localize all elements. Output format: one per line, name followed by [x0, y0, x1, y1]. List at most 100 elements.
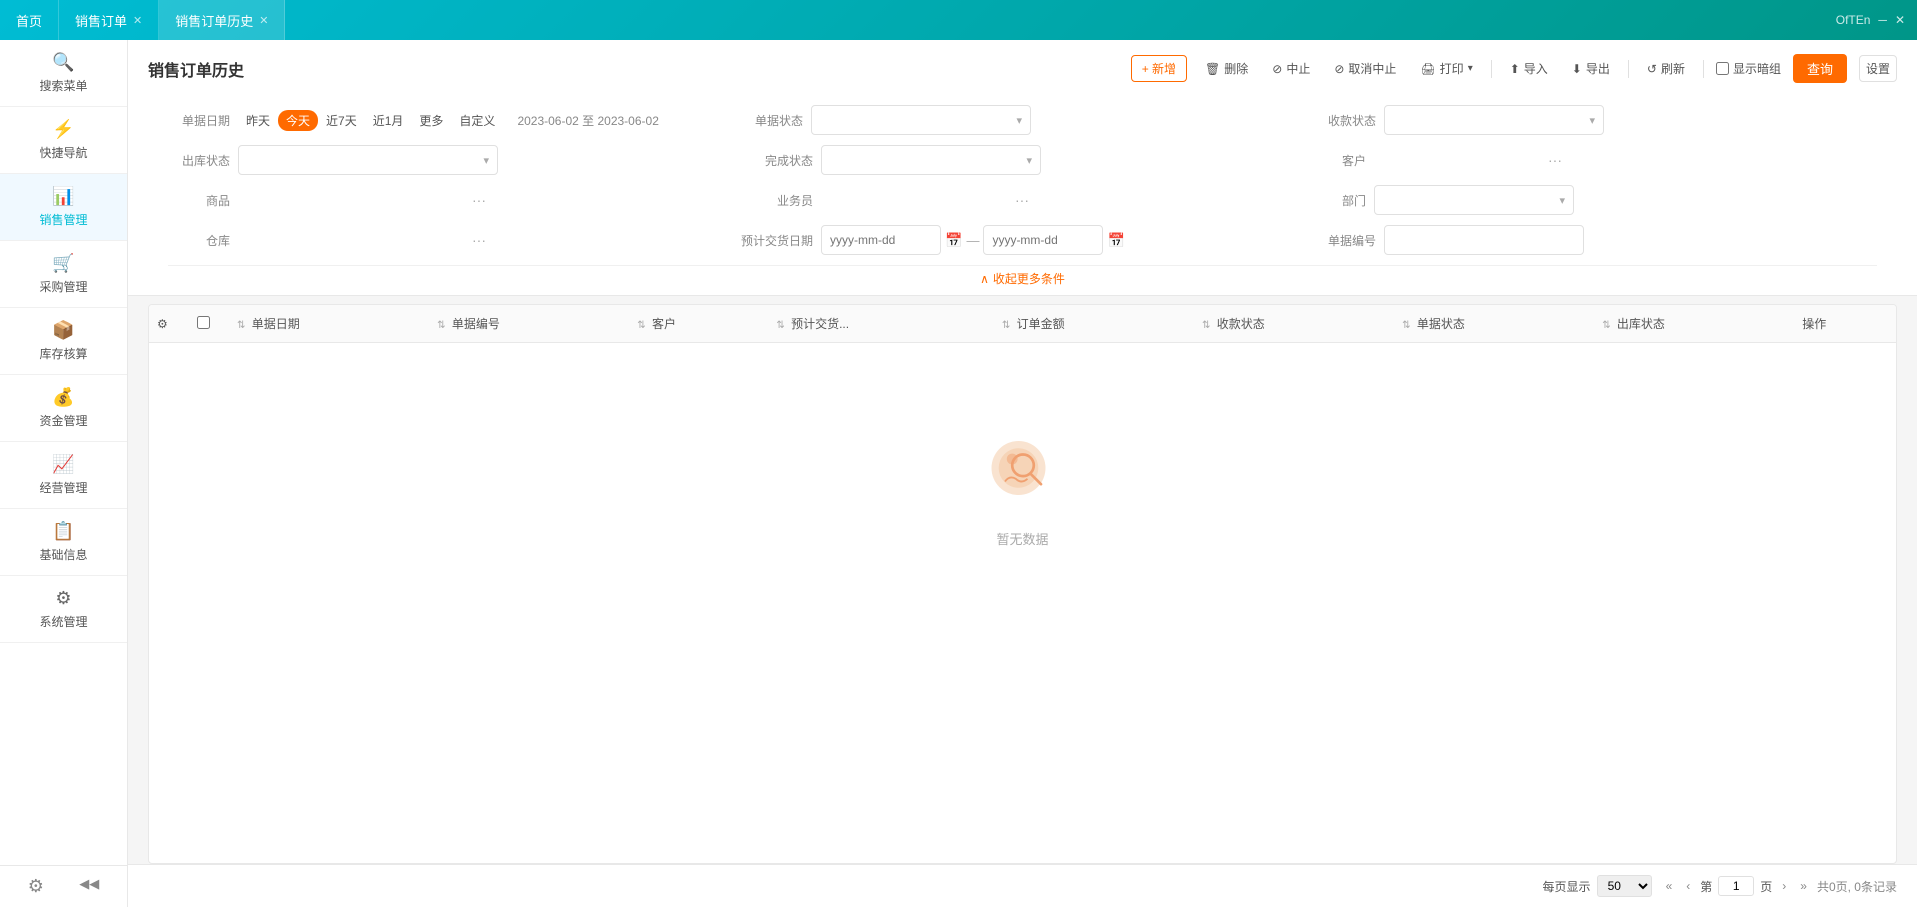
order-status-select[interactable]: ▾ — [811, 105, 1031, 135]
sidebar-collapse-icon[interactable]: ◀◀ — [79, 876, 99, 897]
date-btn-today[interactable]: 今天 — [278, 110, 318, 131]
department-label: 部门 — [1324, 192, 1374, 209]
sidebar-item-operations-label: 经营管理 — [39, 479, 87, 496]
customer-select[interactable]: ··· — [1374, 145, 1574, 175]
tab-sales-order[interactable]: 销售订单 ✕ — [59, 0, 159, 40]
sidebar-settings-icon[interactable]: ⚙ — [28, 876, 44, 897]
salesperson-ellipsis[interactable]: ··· — [1011, 192, 1033, 208]
date-btn-more[interactable]: 更多 — [411, 109, 451, 132]
tab-sales-order-label: 销售订单 — [75, 11, 127, 30]
sidebar-item-finance[interactable]: 💰 资金管理 — [0, 375, 127, 442]
goods-ellipsis[interactable]: ··· — [468, 192, 490, 208]
expected-date-label: 预计交货日期 — [731, 232, 821, 249]
th-delivery-status[interactable]: ⇅ 出库状态 — [1594, 305, 1794, 343]
th-amount[interactable]: ⇅ 订单金额 — [994, 305, 1194, 343]
cancel-suspend-button[interactable]: ⊘ 取消中止 — [1328, 56, 1402, 81]
per-page-control: 每页显示 10 20 50 100 — [1543, 875, 1652, 897]
th-order-status[interactable]: ⇅ 单据状态 — [1394, 305, 1594, 343]
table-settings-icon[interactable]: ⚙ — [157, 317, 168, 331]
date-btn-1month[interactable]: 近1月 — [365, 109, 412, 132]
th-settings: ⚙ — [149, 305, 189, 343]
delivery-status-arrow: ▾ — [483, 154, 489, 167]
complete-status-select[interactable]: ▾ — [821, 145, 1041, 175]
import-button[interactable]: ⬆ 导入 — [1504, 56, 1554, 81]
query-button[interactable]: 查询 — [1793, 54, 1847, 83]
sidebar-item-basic-info-label: 基础信息 — [39, 546, 87, 563]
show-cols-toggle[interactable]: 显示暗组 — [1716, 60, 1781, 77]
new-button[interactable]: + 新增 — [1131, 55, 1187, 82]
salesperson-select[interactable]: ··· — [821, 185, 1041, 215]
page-header: 销售订单历史 + 新增 🗑 删除 ⊘ 中止 ⊘ 取消中止 — [128, 40, 1917, 296]
print-button[interactable]: 🖨 打印 ▾ — [1414, 56, 1478, 81]
sidebar-item-system-label: 系统管理 — [39, 613, 87, 630]
suspend-button[interactable]: ⊘ 中止 — [1266, 56, 1316, 81]
sidebar-item-inventory[interactable]: 📦 库存核算 — [0, 308, 127, 375]
next-page-button[interactable]: › — [1778, 877, 1790, 895]
sort-date-icon: ⇅ — [237, 320, 245, 331]
sort-number-icon: ⇅ — [437, 320, 445, 331]
sort-amount-icon: ⇅ — [1002, 320, 1010, 331]
warehouse-select[interactable]: ··· — [238, 225, 498, 255]
tab-sales-history[interactable]: 销售订单历史 ✕ — [159, 0, 285, 40]
toolbar-separator-1 — [1491, 60, 1492, 78]
select-all-checkbox[interactable] — [197, 316, 210, 329]
customer-ellipsis[interactable]: ··· — [1544, 152, 1566, 168]
sidebar-item-purchase-mgmt[interactable]: 🛒 采购管理 — [0, 241, 127, 308]
table-footer: 每页显示 10 20 50 100 « ‹ 第 页 › » 共0页, 0条记录 — [128, 864, 1917, 907]
first-page-button[interactable]: « — [1662, 877, 1677, 895]
tab-sales-order-close[interactable]: ✕ — [133, 14, 142, 27]
goods-select[interactable]: ··· — [238, 185, 498, 215]
brand-label: OfTEn — [1836, 13, 1871, 27]
payment-status-select[interactable]: ▾ — [1384, 105, 1604, 135]
th-number[interactable]: ⇅ 单据编号 — [429, 305, 629, 343]
order-status-label: 单据状态 — [731, 112, 811, 129]
tab-home-label: 首页 — [16, 11, 42, 30]
sidebar-item-system[interactable]: ⚙ 系统管理 — [0, 576, 127, 643]
sidebar-item-operations[interactable]: 📈 经营管理 — [0, 442, 127, 509]
last-page-button[interactable]: » — [1796, 877, 1811, 895]
sidebar-item-search-menu[interactable]: 🔍 搜索菜单 — [0, 40, 127, 107]
calendar-start-icon[interactable]: 📅 — [945, 232, 962, 249]
prev-page-button[interactable]: ‹ — [1682, 877, 1694, 895]
department-select[interactable]: ▾ — [1374, 185, 1574, 215]
per-page-select[interactable]: 10 20 50 100 — [1597, 875, 1652, 897]
sort-delivery-status-icon: ⇅ — [1602, 320, 1610, 331]
export-button[interactable]: ⬇ 导出 — [1566, 56, 1616, 81]
date-btn-custom[interactable]: 自定义 — [451, 109, 503, 132]
th-customer[interactable]: ⇅ 客户 — [629, 305, 768, 343]
window-close[interactable]: ✕ — [1895, 13, 1905, 27]
tab-sales-history-close[interactable]: ✕ — [259, 14, 268, 27]
show-cols-checkbox[interactable] — [1716, 62, 1729, 75]
sort-customer-icon: ⇅ — [637, 320, 645, 331]
expected-date-start[interactable] — [821, 225, 941, 255]
date-btn-yesterday[interactable]: 昨天 — [238, 109, 278, 132]
tab-sales-history-label: 销售订单历史 — [175, 11, 253, 30]
th-order-status-label: 单据状态 — [1417, 317, 1465, 331]
pagination: « ‹ 第 页 › » 共0页, 0条记录 — [1662, 876, 1897, 896]
delivery-status-select[interactable]: ▾ — [238, 145, 498, 175]
goods-cell: ··· — [238, 185, 741, 215]
toolbar-separator-2 — [1628, 60, 1629, 78]
expected-date-end[interactable] — [983, 225, 1103, 255]
sidebar-item-sales-mgmt[interactable]: 📊 销售管理 — [0, 174, 127, 241]
page-number-input[interactable] — [1718, 876, 1754, 896]
delete-button[interactable]: 🗑 删除 — [1199, 56, 1254, 81]
order-number-input[interactable] — [1384, 225, 1584, 255]
empty-state-text: 暂无数据 — [996, 529, 1048, 548]
collapse-filters-row[interactable]: ∧ 收起更多条件 — [168, 265, 1877, 295]
sidebar-item-search-menu-label: 搜索菜单 — [39, 77, 87, 94]
th-payment-status[interactable]: ⇅ 收款状态 — [1194, 305, 1394, 343]
sidebar-item-basic-info[interactable]: 📋 基础信息 — [0, 509, 127, 576]
calendar-end-icon[interactable]: 📅 — [1107, 232, 1124, 249]
th-date[interactable]: ⇅ 单据日期 — [229, 305, 429, 343]
refresh-button[interactable]: ↺ 刷新 — [1641, 56, 1691, 81]
th-action: 操作 — [1794, 305, 1896, 343]
tab-home[interactable]: 首页 — [0, 0, 59, 40]
th-expected-date[interactable]: ⇅ 预计交货... — [768, 305, 994, 343]
sidebar-item-quick-nav[interactable]: ⚡ 快捷导航 — [0, 107, 127, 174]
toolbar-separator-3 — [1703, 60, 1704, 78]
warehouse-ellipsis[interactable]: ··· — [468, 232, 490, 248]
window-minimize[interactable]: ─ — [1878, 13, 1887, 27]
date-btn-7days[interactable]: 近7天 — [318, 109, 365, 132]
settings-button[interactable]: 设置 — [1859, 55, 1897, 82]
